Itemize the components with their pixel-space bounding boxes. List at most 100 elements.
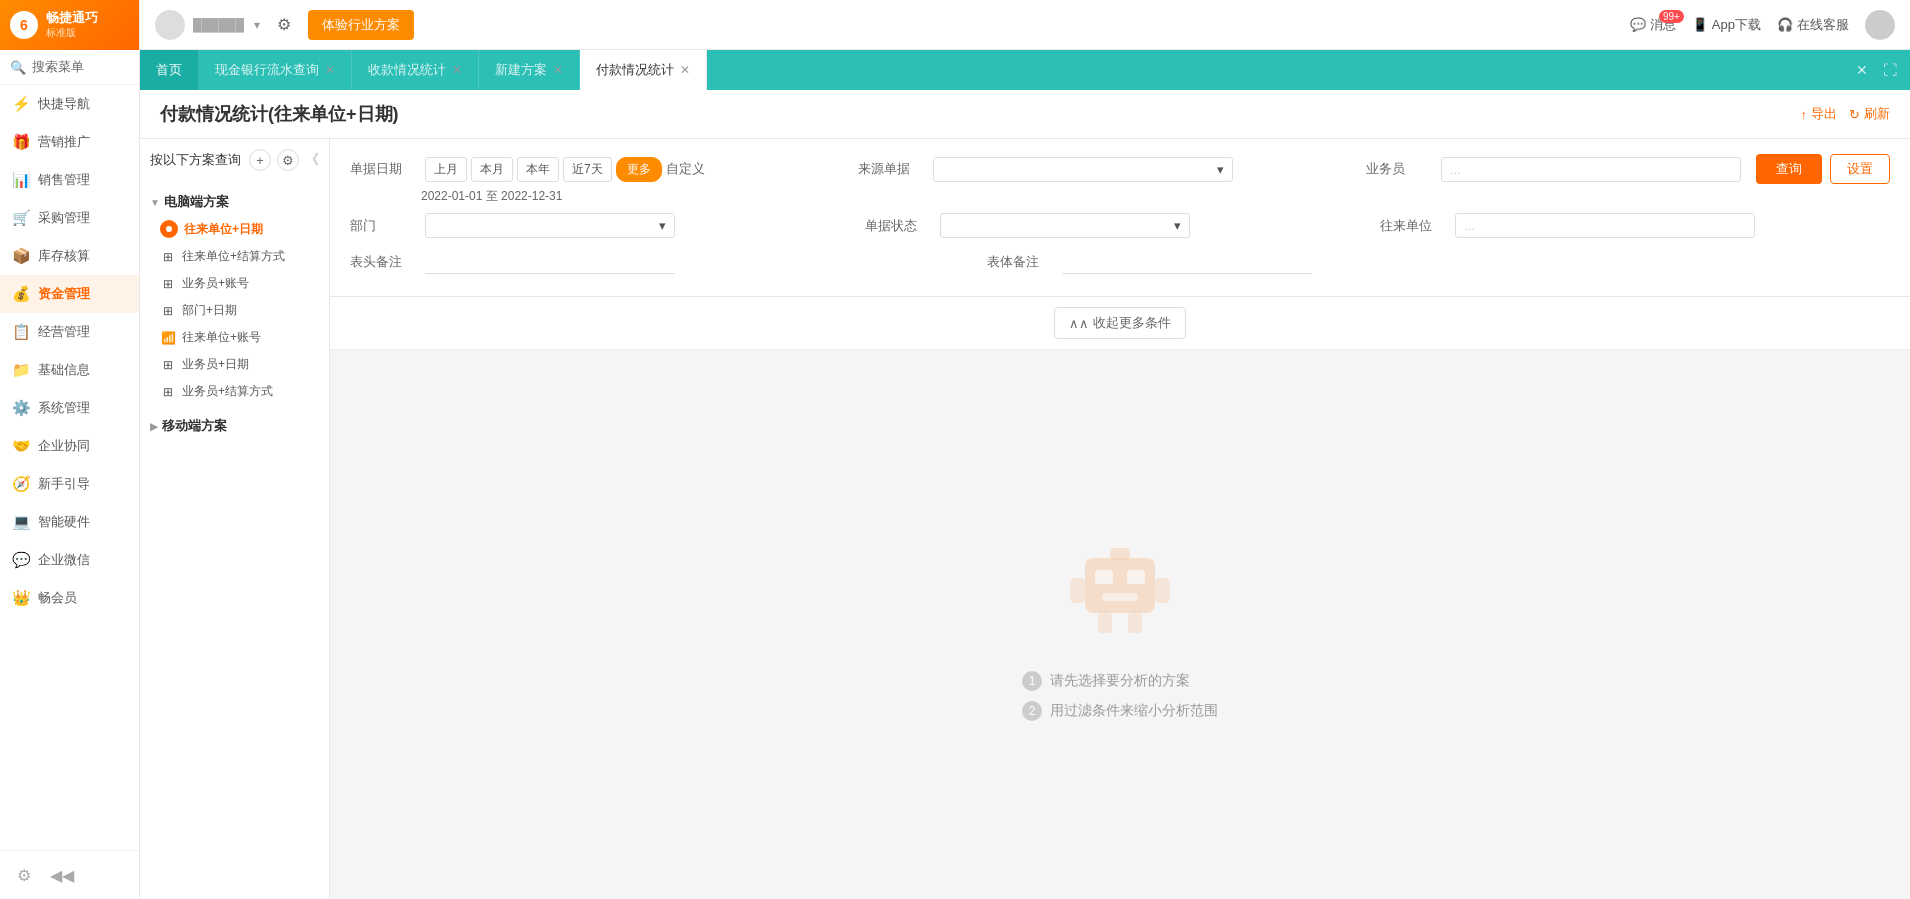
table-icon: ⊞ [160, 357, 176, 373]
this-year-btn[interactable]: 本年 [517, 157, 559, 182]
main-content: ██████ ▾ ⚙ 体验行业方案 💬 消息 99+ 📱 App下载 🎧 在线客… [140, 0, 1910, 899]
window-controls: ✕ ⛶ [1842, 50, 1910, 90]
doc-status-label: 单据状态 [865, 217, 925, 235]
app-download-btn[interactable]: 📱 App下载 [1692, 16, 1761, 34]
scheme-item-staff-date[interactable]: ⊞ 业务员+日期 [150, 351, 319, 378]
filter-row-3: 表头备注 表体备注 [350, 250, 1890, 274]
partner-select[interactable]: ... [1455, 213, 1755, 238]
partner-value: ... [1464, 218, 1475, 233]
page-header-actions: ↑ 导出 ↻ 刷新 [1801, 105, 1891, 123]
sidebar-item-quick-nav[interactable]: ⚡ 快捷导航 [0, 85, 139, 123]
tab-collection-stat[interactable]: 收款情况统计 ✕ [352, 50, 479, 90]
scheme-item-partner-settlement[interactable]: ⊞ 往来单位+结算方式 [150, 243, 319, 270]
sidebar-item-marketing[interactable]: 🎁 营销推广 [0, 123, 139, 161]
dept-label: 部门 [350, 217, 410, 235]
table-icon: ⊞ [160, 249, 176, 265]
sales-icon: 📊 [12, 171, 30, 189]
profile-dropdown-icon[interactable]: ▾ [254, 18, 260, 32]
sidebar-item-guide[interactable]: 🧭 新手引导 [0, 465, 139, 503]
tab-label: 收款情况统计 [368, 61, 446, 79]
sidebar-item-member[interactable]: 👑 畅会员 [0, 579, 139, 617]
last-month-btn[interactable]: 上月 [425, 157, 467, 182]
sidebar-item-capital[interactable]: 💰 资金管理 [0, 275, 139, 313]
sidebar-item-basic-info[interactable]: 📁 基础信息 [0, 351, 139, 389]
basic-info-icon: 📁 [12, 361, 30, 379]
source-doc-label: 来源单据 [858, 160, 918, 178]
scheme-item-staff-settlement[interactable]: ⊞ 业务员+结算方式 [150, 378, 319, 405]
sidebar-item-operation[interactable]: 📋 经营管理 [0, 313, 139, 351]
date-range-display: 2022-01-01 至 2022-12-31 [421, 188, 562, 205]
sidebar-nav: ⚡ 快捷导航 🎁 营销推广 📊 销售管理 🛒 采购管理 📦 库存核算 💰 资金管… [0, 85, 139, 850]
tab-label: 现金银行流水查询 [215, 61, 319, 79]
tab-payment-stat[interactable]: 付款情况统计 ✕ [580, 50, 707, 90]
collapse-sidebar-btn[interactable]: ◀◀ [48, 861, 76, 889]
sidebar-item-smart-hw[interactable]: 💻 智能硬件 [0, 503, 139, 541]
online-service-btn[interactable]: 🎧 在线客服 [1777, 16, 1849, 34]
collapse-more-label: 收起更多条件 [1093, 314, 1171, 332]
tab-close-icon[interactable]: ✕ [553, 63, 563, 77]
sidebar-header: 6 畅捷通巧 标准版 [0, 0, 139, 50]
export-btn[interactable]: ↑ 导出 [1801, 105, 1838, 123]
tab-label: 付款情况统计 [596, 61, 674, 79]
more-btn[interactable]: 更多 [616, 157, 662, 182]
tab-cash-flow[interactable]: 现金银行流水查询 ✕ [199, 50, 352, 90]
last-7-btn[interactable]: 近7天 [563, 157, 612, 182]
collapse-more-btn[interactable]: ∧∧ 收起更多条件 [1054, 307, 1186, 339]
this-month-btn[interactable]: 本月 [471, 157, 513, 182]
source-doc-select[interactable]: ▾ [933, 157, 1233, 182]
tab-home[interactable]: 首页 [140, 50, 199, 90]
group-arrow-icon: ▼ [150, 197, 160, 208]
robot-icon [1060, 528, 1180, 648]
trial-btn[interactable]: 体验行业方案 [308, 10, 414, 40]
table-head-remark-label: 表头备注 [350, 253, 410, 271]
scheme-panel: 按以下方案查询 + ⚙ 《 ▼ 电脑端方案 [140, 139, 330, 899]
scheme-item-label: 往来单位+账号 [182, 329, 261, 346]
desktop-group-header[interactable]: ▼ 电脑端方案 [150, 189, 319, 215]
tab-close-icon[interactable]: ✕ [680, 63, 690, 77]
tab-close-icon[interactable]: ✕ [452, 63, 462, 77]
scheme-settings-btn[interactable]: ⚙ [277, 149, 299, 171]
scheme-item-label: 业务员+结算方式 [182, 383, 273, 400]
doc-status-select[interactable]: ▾ [940, 213, 1190, 238]
empty-tip-2-text: 用过滤条件来缩小分析范围 [1050, 702, 1218, 720]
empty-illustration [1060, 528, 1180, 651]
user-profile[interactable]: ██████ [155, 10, 244, 40]
mobile-group-header[interactable]: ▶ 移动端方案 [150, 413, 319, 439]
scheme-item-partner-account[interactable]: 📶 往来单位+账号 [150, 324, 319, 351]
sidebar-item-sales[interactable]: 📊 销售管理 [0, 161, 139, 199]
scheme-collapse-btn[interactable]: 《 [305, 151, 319, 169]
scheme-item-dept-date[interactable]: ⊞ 部门+日期 [150, 297, 319, 324]
sidebar-item-inventory[interactable]: 📦 库存核算 [0, 237, 139, 275]
refresh-btn[interactable]: ↻ 刷新 [1849, 105, 1890, 123]
sidebar-item-enterprise[interactable]: 🤝 企业协同 [0, 427, 139, 465]
topbar-actions: 💬 消息 99+ 📱 App下载 🎧 在线客服 [1630, 10, 1895, 40]
sidebar-item-search-menu[interactable]: 🔍 搜索菜单 [0, 50, 139, 85]
table-body-remark-input[interactable] [1062, 250, 1312, 274]
tab-new-scheme[interactable]: 新建方案 ✕ [479, 50, 580, 90]
tab-close-icon[interactable]: ✕ [325, 63, 335, 77]
sidebar-item-system[interactable]: ⚙️ 系统管理 [0, 389, 139, 427]
collapse-up-icon: ∧∧ [1069, 316, 1089, 331]
table-head-remark-input[interactable] [425, 250, 675, 274]
settings-footer-btn[interactable]: ⚙ [10, 861, 38, 889]
desktop-group-label: 电脑端方案 [164, 193, 229, 211]
query-btn[interactable]: 查询 [1756, 154, 1822, 184]
scheme-item-staff-account[interactable]: ⊞ 业务员+账号 [150, 270, 319, 297]
table-icon: ⊞ [160, 384, 176, 400]
add-scheme-btn[interactable]: + [249, 149, 271, 171]
close-window-btn[interactable]: ✕ [1852, 60, 1872, 80]
dept-select[interactable]: ▾ [425, 213, 675, 238]
gear-button[interactable]: ⚙ [270, 11, 298, 39]
scheme-item-partner-date[interactable]: 往来单位+日期 [150, 215, 319, 243]
sidebar-item-label: 库存核算 [38, 247, 90, 265]
svg-rect-4 [1110, 548, 1130, 560]
sidebar-item-purchase[interactable]: 🛒 采购管理 [0, 199, 139, 237]
maximize-window-btn[interactable]: ⛶ [1880, 60, 1900, 80]
sidebar-item-wechat[interactable]: 💬 企业微信 [0, 541, 139, 579]
svg-rect-7 [1098, 613, 1112, 633]
partner-label: 往来单位 [1380, 217, 1440, 235]
user-avatar[interactable] [1865, 10, 1895, 40]
settings-btn[interactable]: 设置 [1830, 154, 1890, 184]
notification-btn[interactable]: 💬 消息 99+ [1630, 16, 1676, 34]
salesperson-select[interactable]: ... [1441, 157, 1741, 182]
